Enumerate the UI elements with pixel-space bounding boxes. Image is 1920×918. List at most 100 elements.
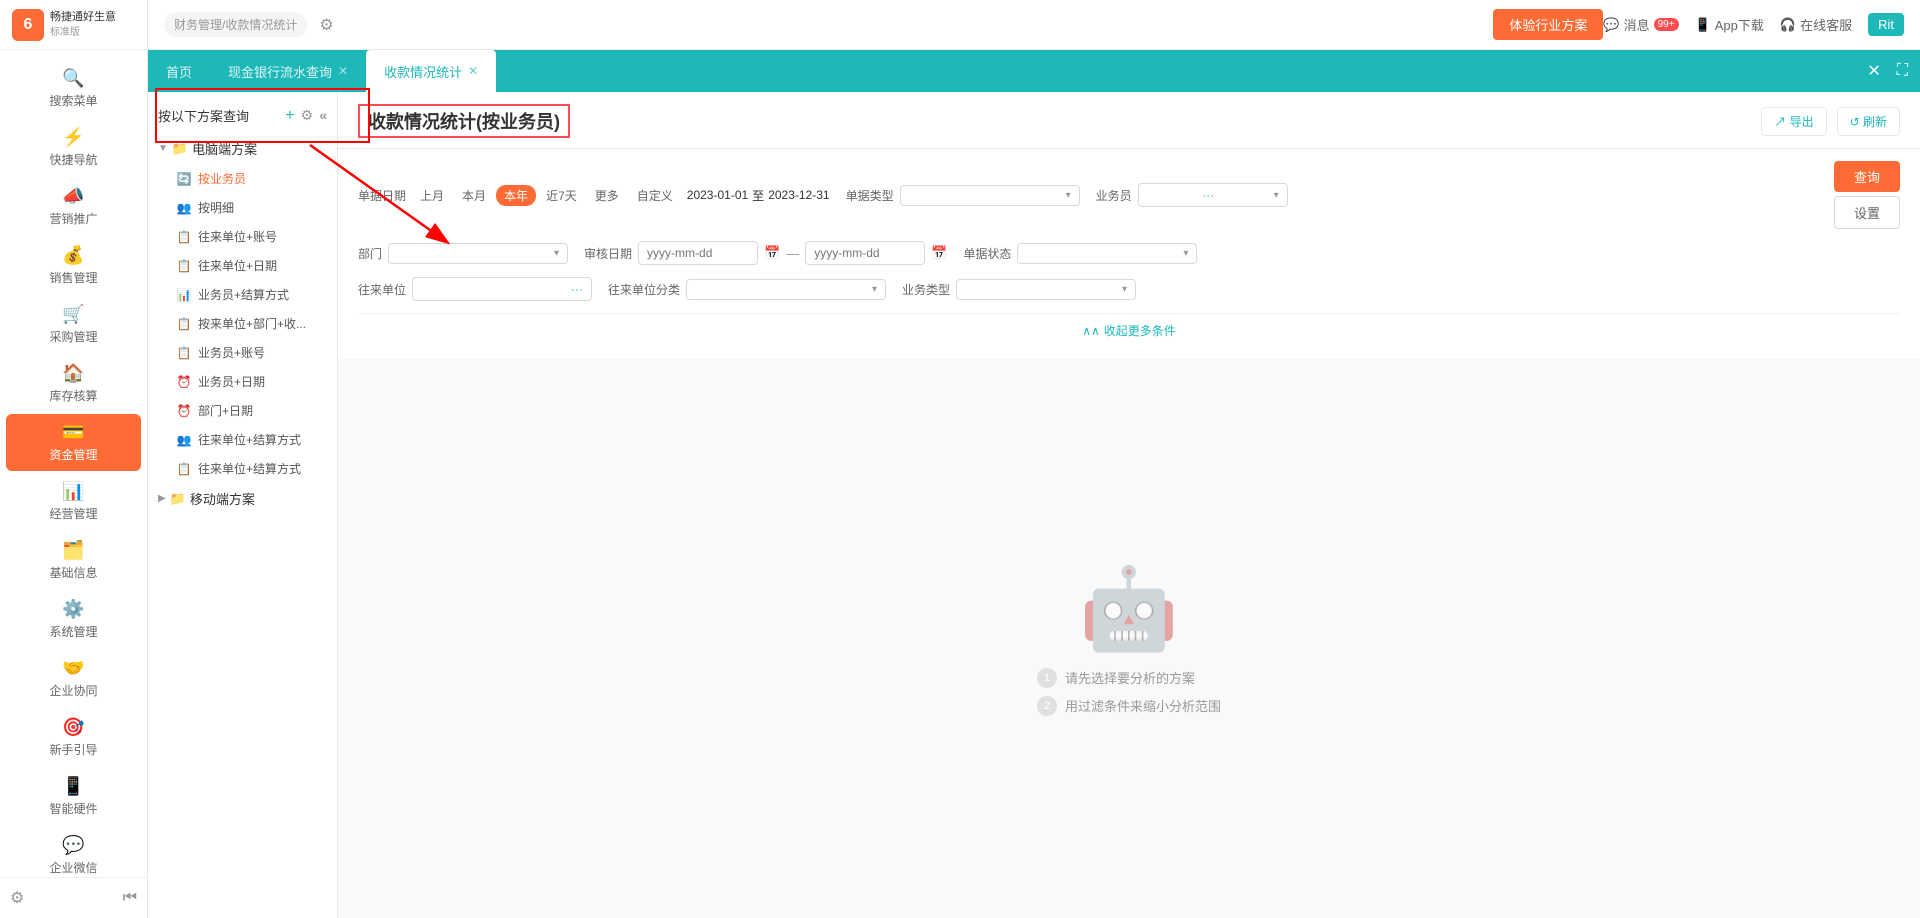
tab-bank-flow[interactable]: 现金银行流水查询 ✕ xyxy=(210,50,366,92)
date-tab-last-7[interactable]: 近7天 xyxy=(538,185,585,206)
review-date-filter: 审核日期 📅 — 📅 xyxy=(584,241,947,265)
sidebar-item-system[interactable]: ⚙️ 系统管理 xyxy=(6,591,141,648)
search-icon: 🔍 xyxy=(62,68,84,89)
settings-btn[interactable]: 设置 xyxy=(1834,196,1900,229)
filter-row-3: 往来单位 ··· 往来单位分类 ▾ xyxy=(358,277,1900,301)
header-right: 💬 消息 99+ 📱 App下载 🎧 在线客服 Rit xyxy=(1603,13,1904,36)
counterpart-category-select[interactable]: ▾ xyxy=(686,279,886,300)
scheme-item-by-supplier-dept[interactable]: 📋 按来单位+部门+收... xyxy=(148,309,337,338)
footer-collapse-icon[interactable]: ⏮ xyxy=(123,889,137,907)
basic-icon: 🗂️ xyxy=(62,540,84,561)
tab-bank-flow-close[interactable]: ✕ xyxy=(338,64,348,78)
sidebar-item-enterprise[interactable]: 🤝 企业协同 xyxy=(6,650,141,707)
scheme-item-by-detail[interactable]: 👥 按明细 xyxy=(148,193,337,222)
scheme-item-supplier-settle2[interactable]: 📋 往来单位+结算方式 xyxy=(148,454,337,483)
salesperson-select[interactable]: ··· ▾ xyxy=(1138,183,1288,207)
salesperson-settle-icon: 📊 xyxy=(176,288,192,302)
review-date-to[interactable] xyxy=(805,241,925,265)
tab-bar-close-btn[interactable]: ✕ xyxy=(1863,57,1884,85)
trial-btn[interactable]: 体验行业方案 xyxy=(1493,9,1603,40)
scheme-item-supplier-settle1[interactable]: 👥 往来单位+结算方式 xyxy=(148,425,337,454)
guide-icon: 🎯 xyxy=(62,717,84,738)
collapse-bar[interactable]: ∧∧ 收起更多条件 xyxy=(358,313,1900,347)
query-btn[interactable]: 查询 xyxy=(1834,161,1900,192)
business-type-select[interactable]: ▾ xyxy=(956,279,1136,300)
service-icon: 🎧 xyxy=(1780,17,1796,33)
tip-text-1: 请先选择要分析的方案 xyxy=(1065,668,1195,687)
pc-scheme-group-title[interactable]: ▼ 📁 电脑端方案 xyxy=(148,133,337,164)
scheme-item-salesperson-account[interactable]: 📋 业务员+账号 xyxy=(148,338,337,367)
voucher-status-chevron: ▾ xyxy=(1183,248,1188,259)
review-date-from[interactable] xyxy=(638,241,758,265)
operation-icon: 📊 xyxy=(62,481,84,502)
scheme-item-supplier-account[interactable]: 📋 往来单位+账号 xyxy=(148,222,337,251)
sidebar-item-purchase[interactable]: 🛒 采购管理 xyxy=(6,296,141,353)
date-tab-this-year[interactable]: 本年 xyxy=(496,185,536,206)
left-panel-header: 按以下方案查询 + ⚙ « xyxy=(148,102,337,133)
user-avatar-item[interactable]: Rit xyxy=(1868,13,1904,36)
scheme-settings-btn[interactable]: ⚙ xyxy=(301,107,314,125)
query-btns: 查询 设置 xyxy=(1834,161,1900,229)
export-btn[interactable]: ↗ 导出 xyxy=(1761,107,1826,136)
date-tab-custom[interactable]: 自定义 xyxy=(629,185,681,206)
by-supplier-dept-icon: 📋 xyxy=(176,317,192,331)
date-tab-last-month[interactable]: 上月 xyxy=(412,185,452,206)
message-badge: 99+ xyxy=(1654,18,1679,31)
date-range: 2023-01-01 至 2023-12-31 xyxy=(687,187,830,204)
sidebar-item-marketing[interactable]: 📣 营销推广 xyxy=(6,178,141,235)
tab-collection-stats[interactable]: 收款情况统计 ✕ xyxy=(366,50,496,92)
sidebar-item-finance[interactable]: 💳 资金管理 xyxy=(6,414,141,471)
sidebar-footer: ⚙ ⏮ xyxy=(0,877,147,918)
scheme-item-supplier-date[interactable]: 📋 往来单位+日期 xyxy=(148,251,337,280)
mobile-group-arrow: ▶ xyxy=(158,493,166,504)
date-filter: 单据日期 上月 本月 本年 近7天 更多 自定义 2023-01-01 至 xyxy=(358,185,830,206)
scheme-collapse-btn[interactable]: « xyxy=(319,107,327,125)
sidebar-item-wechat[interactable]: 💬 企业微信 xyxy=(6,827,141,877)
sidebar-item-inventory[interactable]: 🏠 库存核算 xyxy=(6,355,141,412)
voucher-status-select[interactable]: ▾ xyxy=(1017,243,1197,264)
footer-settings-icon[interactable]: ⚙ xyxy=(10,888,24,908)
tab-bar-expand-btn[interactable]: ⛶ xyxy=(1893,58,1912,84)
counterpart-more-btn[interactable]: ··· xyxy=(571,282,583,296)
sidebar-item-hardware[interactable]: 📱 智能硬件 xyxy=(6,768,141,825)
tab-collection-stats-close[interactable]: ✕ xyxy=(468,64,478,78)
scheme-item-salesperson-settle[interactable]: 📊 业务员+结算方式 xyxy=(148,280,337,309)
counterpart-select[interactable]: ··· xyxy=(412,277,592,301)
sidebar-item-operation[interactable]: 📊 经营管理 xyxy=(6,473,141,530)
sidebar-item-quick-nav[interactable]: ⚡ 快捷导航 xyxy=(6,119,141,176)
app-download-item[interactable]: 📱 App下载 xyxy=(1695,15,1764,34)
supplier-date-icon: 📋 xyxy=(176,259,192,273)
sidebar-item-sales[interactable]: 💰 销售管理 xyxy=(6,237,141,294)
date-tab-more[interactable]: 更多 xyxy=(587,185,627,206)
header-left: 财务管理/收款情况统计 ⚙ xyxy=(164,12,334,37)
right-content: 收款情况统计(按业务员) ↗ 导出 ↺ 刷新 xyxy=(338,92,1920,918)
main-content: 财务管理/收款情况统计 ⚙ 体验行业方案 💬 消息 99+ 📱 App下载 🎧 … xyxy=(148,0,1920,918)
header-gear-icon[interactable]: ⚙ xyxy=(319,15,333,35)
voucher-type-select[interactable]: ▾ xyxy=(900,185,1080,206)
dept-select[interactable]: ▾ xyxy=(388,243,568,264)
tip-item-1: 1 请先选择要分析的方案 xyxy=(1037,668,1221,688)
refresh-btn[interactable]: ↺ 刷新 xyxy=(1837,107,1900,136)
salesperson-more-btn[interactable]: ··· xyxy=(1202,188,1214,202)
app-download-icon: 📱 xyxy=(1695,17,1711,33)
page-header: 收款情况统计(按业务员) ↗ 导出 ↺ 刷新 xyxy=(338,92,1920,149)
salesperson-account-icon: 📋 xyxy=(176,346,192,360)
scheme-item-salesperson-date[interactable]: ⏰ 业务员+日期 xyxy=(148,367,337,396)
sidebar-item-search[interactable]: 🔍 搜索菜单 xyxy=(6,60,141,117)
message-item[interactable]: 💬 消息 99+ xyxy=(1603,15,1678,34)
calendar-icon-from[interactable]: 📅 xyxy=(764,245,780,261)
mobile-group-title[interactable]: ▶ 📁 移动端方案 xyxy=(148,483,337,514)
date-tab-this-month[interactable]: 本月 xyxy=(454,185,494,206)
sidebar-item-basic[interactable]: 🗂️ 基础信息 xyxy=(6,532,141,589)
tab-home[interactable]: 首页 xyxy=(148,50,210,92)
message-icon: 💬 xyxy=(1603,17,1619,33)
calendar-icon-to[interactable]: 📅 xyxy=(931,245,947,261)
inventory-icon: 🏠 xyxy=(62,363,84,384)
scheme-item-by-salesperson[interactable]: 🔄 按业务员 xyxy=(148,164,337,193)
add-scheme-btn[interactable]: + xyxy=(285,107,294,125)
voucher-type-chevron: ▾ xyxy=(1066,190,1071,201)
business-type-label: 业务类型 xyxy=(902,281,950,298)
sidebar-item-guide[interactable]: 🎯 新手引导 xyxy=(6,709,141,766)
online-service-item[interactable]: 🎧 在线客服 xyxy=(1780,15,1852,34)
scheme-item-dept-date[interactable]: ⏰ 部门+日期 xyxy=(148,396,337,425)
